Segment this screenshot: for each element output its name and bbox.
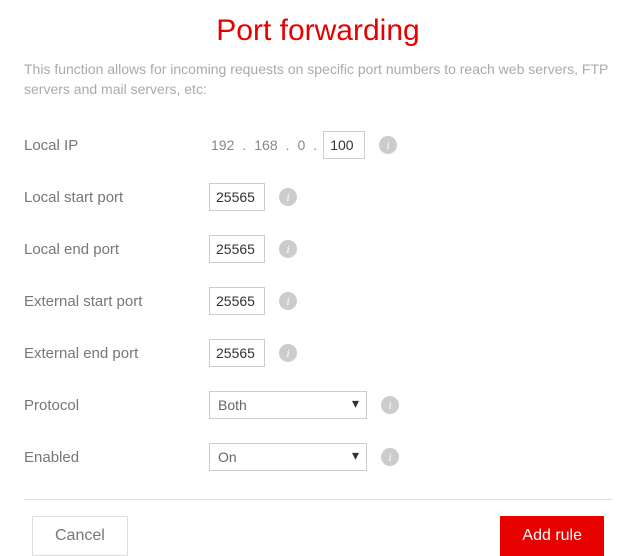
actions: Cancel Add rule	[24, 516, 612, 556]
row-external-start-port: External start port i	[24, 277, 612, 325]
ip-octet-4-input[interactable]	[323, 131, 365, 159]
local-end-port-input[interactable]	[209, 235, 265, 263]
label-external-end-port: External end port	[24, 345, 209, 362]
row-local-ip: Local IP 192 . 168 . 0 . i	[24, 121, 612, 169]
info-icon[interactable]: i	[381, 448, 399, 466]
info-icon[interactable]: i	[379, 136, 397, 154]
row-protocol: Protocol Both i	[24, 381, 612, 429]
external-end-port-input[interactable]	[209, 339, 265, 367]
row-local-start-port: Local start port i	[24, 173, 612, 221]
local-start-port-input[interactable]	[209, 183, 265, 211]
ip-octet-1: 192	[209, 137, 236, 153]
page-title: Port forwarding	[24, 14, 612, 48]
description: This function allows for incoming reques…	[24, 60, 612, 99]
info-icon[interactable]: i	[279, 240, 297, 258]
label-local-ip: Local IP	[24, 137, 209, 154]
label-local-start-port: Local start port	[24, 189, 209, 206]
add-rule-button[interactable]: Add rule	[500, 516, 604, 556]
row-enabled: Enabled On i	[24, 433, 612, 481]
ip-dot: .	[309, 137, 321, 153]
ip-dot: .	[282, 137, 294, 153]
info-icon[interactable]: i	[279, 292, 297, 310]
row-external-end-port: External end port i	[24, 329, 612, 377]
cancel-button[interactable]: Cancel	[32, 516, 128, 556]
row-local-end-port: Local end port i	[24, 225, 612, 273]
ip-octets: 192 . 168 . 0 .	[209, 131, 365, 159]
label-local-end-port: Local end port	[24, 241, 209, 258]
enabled-select[interactable]: On	[209, 443, 367, 471]
info-icon[interactable]: i	[381, 396, 399, 414]
ip-dot: .	[238, 137, 250, 153]
label-enabled: Enabled	[24, 449, 209, 466]
ip-octet-2: 168	[252, 137, 279, 153]
info-icon[interactable]: i	[279, 344, 297, 362]
info-icon[interactable]: i	[279, 188, 297, 206]
ip-octet-3: 0	[296, 137, 308, 153]
protocol-select[interactable]: Both	[209, 391, 367, 419]
external-start-port-input[interactable]	[209, 287, 265, 315]
label-protocol: Protocol	[24, 397, 209, 414]
label-external-start-port: External start port	[24, 293, 209, 310]
